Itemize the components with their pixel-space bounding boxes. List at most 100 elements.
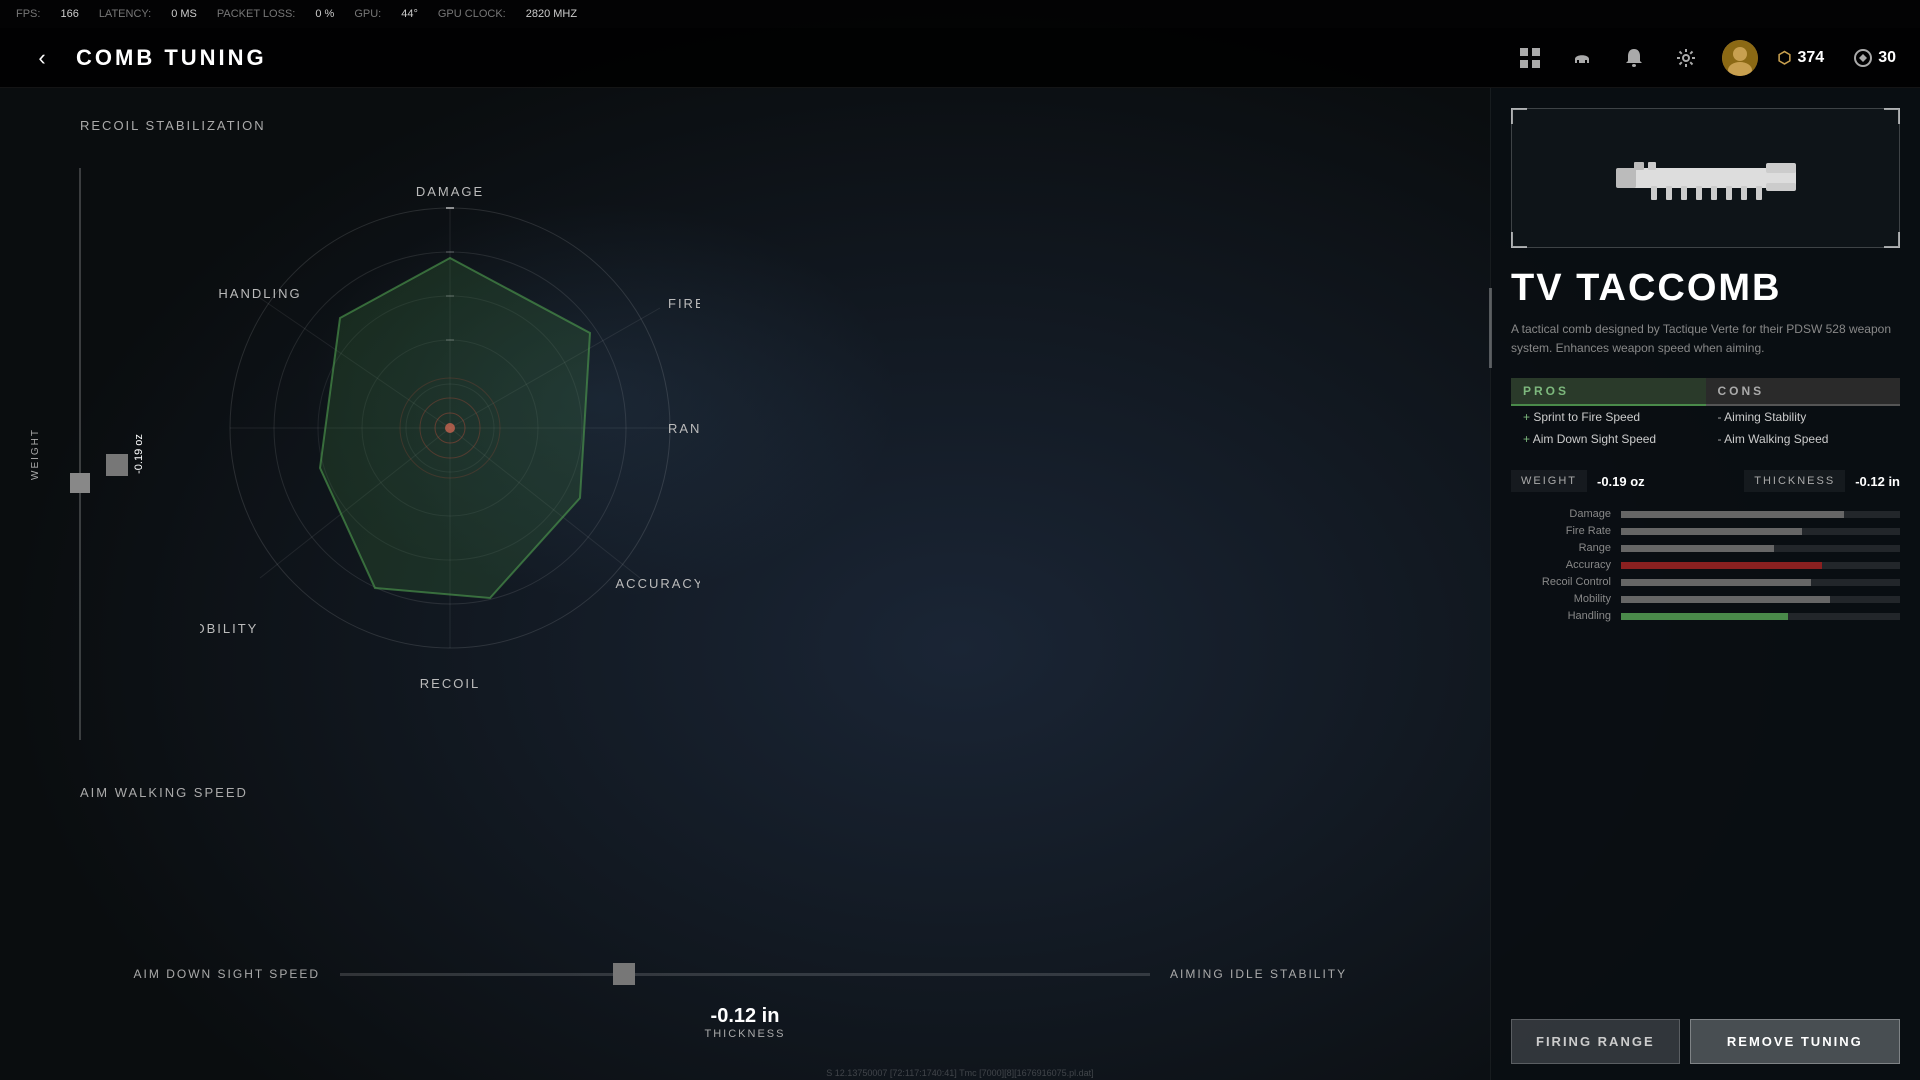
thickness-value: -0.12 in bbox=[100, 1005, 1390, 1028]
page-title: COMB TUNING bbox=[76, 45, 1514, 71]
stat-bar-row: Fire Rate bbox=[1511, 525, 1900, 537]
corner-tl bbox=[1511, 108, 1527, 124]
aim-down-sight-row: AIM DOWN SIGHT SPEED AIMING IDLE STABILI… bbox=[100, 967, 1390, 981]
grid-icon[interactable] bbox=[1514, 42, 1546, 74]
pros-cons-row: PROS Sprint to Fire Speed Aim Down Sight… bbox=[1511, 378, 1900, 450]
weapon-comb-image bbox=[1606, 148, 1806, 208]
stat-bar-fill bbox=[1621, 528, 1802, 535]
stat-bar-label: Range bbox=[1511, 542, 1611, 554]
settings-icon[interactable] bbox=[1670, 42, 1702, 74]
cons-item-1: Aiming Stability bbox=[1706, 406, 1901, 428]
fps-value: 166 bbox=[60, 8, 78, 20]
cod-points-value: 374 bbox=[1798, 49, 1825, 67]
notification-icon[interactable] bbox=[1618, 42, 1650, 74]
weight-label: WEIGHT bbox=[30, 428, 41, 480]
stat-bar-label: Accuracy bbox=[1511, 559, 1611, 571]
thickness-stat-label: THICKNESS bbox=[1744, 470, 1845, 492]
corner-bl bbox=[1511, 232, 1527, 248]
stat-bar-label: Recoil Control bbox=[1511, 576, 1611, 588]
weight-thumb[interactable] bbox=[70, 473, 90, 493]
stat-bar-track bbox=[1621, 545, 1900, 552]
corner-tr bbox=[1884, 108, 1900, 124]
item-title: TV TACCOMB bbox=[1491, 268, 1920, 310]
svg-text:RANGE: RANGE bbox=[668, 421, 700, 436]
gpu-clock-value: 2820 MHZ bbox=[526, 8, 577, 20]
hud-bar: FPS: 166 LATENCY: 0 MS PACKET LOSS: 0 % … bbox=[0, 0, 1920, 28]
weight-stat-label: WEIGHT bbox=[1511, 470, 1587, 492]
stat-bar-row: Damage bbox=[1511, 508, 1900, 520]
aim-down-sight-label: AIM DOWN SIGHT SPEED bbox=[100, 967, 320, 981]
radar-container: DAMAGE FIRE RATE RANGE ACCURACY RECOIL M… bbox=[200, 148, 700, 708]
cod-points-block: ⬡ 374 bbox=[1778, 48, 1825, 68]
stat-bars: Damage Fire Rate Range Accuracy Recoil Contr… bbox=[1511, 508, 1900, 627]
top-nav: ‹ COMB TUNING bbox=[0, 28, 1920, 88]
pros-item-2-text: Aim Down Sight Speed bbox=[1533, 432, 1656, 446]
stat-bar-row: Recoil Control bbox=[1511, 576, 1900, 588]
weapon-image-box bbox=[1511, 108, 1900, 248]
latency-value: 0 MS bbox=[171, 8, 197, 20]
item-description: A tactical comb designed by Tactique Ver… bbox=[1491, 310, 1920, 368]
svg-text:DAMAGE: DAMAGE bbox=[416, 184, 484, 199]
weight-thickness-row: WEIGHT -0.19 oz THICKNESS -0.12 in bbox=[1511, 470, 1900, 492]
stat-bar-row: Accuracy bbox=[1511, 559, 1900, 571]
back-icon: ‹ bbox=[38, 45, 45, 71]
weight-value: -0.19 oz bbox=[133, 434, 145, 474]
pros-header: PROS bbox=[1511, 378, 1706, 406]
cons-item-2-text: Aim Walking Speed bbox=[1724, 432, 1828, 446]
headset-icon[interactable] bbox=[1566, 42, 1598, 74]
fps-label: FPS: bbox=[16, 8, 40, 20]
bottom-sliders: AIM DOWN SIGHT SPEED AIMING IDLE STABILI… bbox=[100, 967, 1390, 1040]
stat-bar-track bbox=[1621, 613, 1900, 620]
latency-label: LATENCY: bbox=[99, 8, 151, 20]
aim-down-sight-track bbox=[340, 973, 1150, 976]
stat-bar-track bbox=[1621, 596, 1900, 603]
avatar bbox=[1722, 40, 1758, 76]
cons-item-2: Aim Walking Speed bbox=[1706, 428, 1901, 450]
main-content: RECOIL STABILIZATION WEIGHT -0.19 oz bbox=[0, 88, 1920, 1080]
stat-bar-fill bbox=[1621, 579, 1811, 586]
firing-range-button[interactable]: FIRING RANGE bbox=[1511, 1019, 1680, 1064]
gpu-label: GPU: bbox=[354, 8, 381, 20]
stat-bar-fill bbox=[1621, 511, 1844, 518]
stat-bar-row: Range bbox=[1511, 542, 1900, 554]
packet-loss-label: PACKET LOSS: bbox=[217, 8, 295, 20]
pros-item-2: Aim Down Sight Speed bbox=[1511, 428, 1706, 450]
stat-bar-fill bbox=[1621, 562, 1822, 569]
stat-bar-row: Mobility bbox=[1511, 593, 1900, 605]
stat-bar-label: Fire Rate bbox=[1511, 525, 1611, 537]
debug-text: S 12.13750007 [72:117:1740:41] Tmc [7000… bbox=[0, 1068, 1920, 1078]
vertical-slider: WEIGHT -0.19 oz bbox=[60, 168, 100, 740]
stat-bar-track bbox=[1621, 579, 1900, 586]
aim-down-sight-thumb[interactable] bbox=[613, 963, 635, 985]
stat-bar-fill bbox=[1621, 613, 1788, 620]
stat-bar-fill bbox=[1621, 545, 1774, 552]
remove-tuning-button[interactable]: REMOVE TUNING bbox=[1690, 1019, 1900, 1064]
weight-track bbox=[79, 168, 81, 740]
gpu-clock-label: GPU CLOCK: bbox=[438, 8, 506, 20]
token-icon bbox=[1854, 49, 1872, 67]
stat-bar-row: Handling bbox=[1511, 610, 1900, 622]
recoil-stabilization-label: RECOIL STABILIZATION bbox=[80, 118, 266, 133]
svg-text:RECOIL: RECOIL bbox=[420, 676, 480, 691]
gpu-value: 44° bbox=[401, 8, 418, 20]
cons-header: CONS bbox=[1706, 378, 1901, 406]
svg-text:ACCURACY: ACCURACY bbox=[616, 576, 700, 591]
cons-box: CONS Aiming Stability Aim Walking Speed bbox=[1706, 378, 1901, 450]
scroll-indicator bbox=[1489, 288, 1492, 368]
pros-item-1: Sprint to Fire Speed bbox=[1511, 406, 1706, 428]
packet-loss-value: 0 % bbox=[315, 8, 334, 20]
thickness-block: -0.12 in THICKNESS bbox=[100, 1005, 1390, 1040]
thickness-stat-value: -0.12 in bbox=[1855, 474, 1900, 489]
stat-bar-label: Damage bbox=[1511, 508, 1611, 520]
pros-item-1-text: Sprint to Fire Speed bbox=[1533, 410, 1640, 424]
aim-walking-speed-label: AIM WALKING SPEED bbox=[80, 785, 248, 800]
stat-bar-label: Handling bbox=[1511, 610, 1611, 622]
stat-bar-track bbox=[1621, 511, 1900, 518]
tokens-block: 30 bbox=[1854, 49, 1896, 67]
back-button[interactable]: ‹ bbox=[24, 40, 60, 76]
tokens-value: 30 bbox=[1878, 49, 1896, 67]
weight-slider-thumb-side[interactable] bbox=[106, 454, 128, 476]
stat-bar-fill bbox=[1621, 596, 1830, 603]
radar-chart: DAMAGE FIRE RATE RANGE ACCURACY RECOIL M… bbox=[200, 158, 700, 698]
cod-points-icon: ⬡ bbox=[1778, 48, 1792, 68]
